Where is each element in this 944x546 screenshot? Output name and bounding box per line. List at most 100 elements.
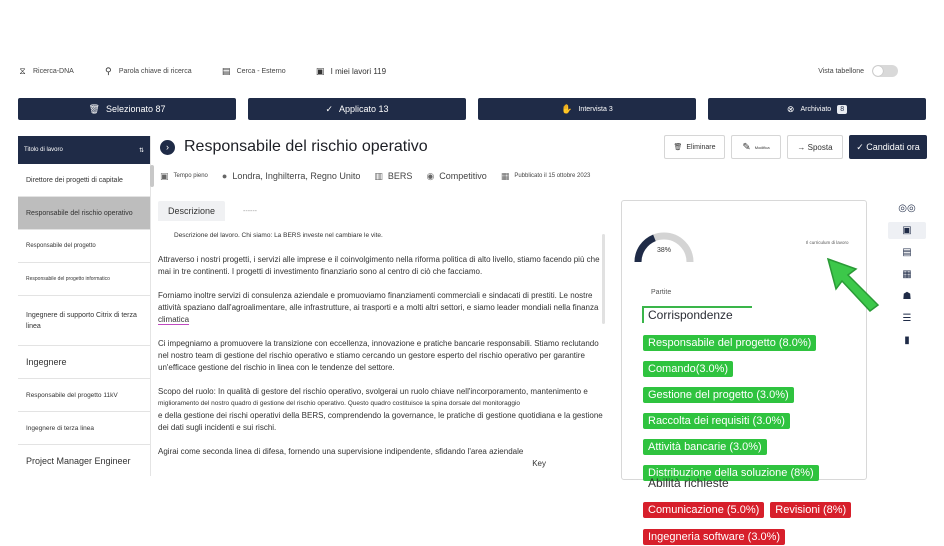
tab-description[interactable]: Descrizione bbox=[158, 201, 226, 221]
nav-keyword-search-label: Parola chiave di ricerca bbox=[118, 67, 192, 75]
nav-external-search-label: Cerca - Esterno bbox=[236, 67, 286, 75]
briefcase-icon: ▣ bbox=[160, 170, 169, 181]
job-list-item[interactable]: Responsabile del progetto bbox=[18, 230, 150, 263]
job-list-item-label: Direttore dei progetti di capitale bbox=[26, 176, 123, 184]
job-title-bar: › Responsabile del rischio operativo bbox=[160, 136, 640, 158]
skills-heading: Abilità richieste bbox=[648, 476, 729, 490]
job-list-scrollbar[interactable] bbox=[150, 165, 154, 187]
nav-dna-search[interactable]: ⧖ Ricerca-DNA bbox=[18, 65, 74, 76]
building-icon: ▤ bbox=[221, 65, 231, 76]
handshake-icon: ✋ bbox=[561, 103, 573, 114]
description-paragraph: miglioramento del nostro quadro di gesti… bbox=[158, 400, 521, 407]
chevron-right-icon[interactable]: › bbox=[160, 139, 175, 155]
job-list-item[interactable]: Responsabile del progetto informatico bbox=[18, 263, 150, 296]
nav-keyword-search[interactable]: ⚲ Parola chiave di ricerca bbox=[104, 65, 192, 76]
job-published-label: Pubblicato il 15 ottobre 2023 bbox=[514, 173, 591, 179]
nav-dna-search-label: Ricerca-DNA bbox=[33, 67, 74, 75]
top-navigation: ⧖ Ricerca-DNA ⚲ Parola chiave di ricerca… bbox=[18, 62, 926, 80]
sort-icon[interactable]: ⇅ bbox=[139, 147, 144, 154]
job-location-label: Londra, Inghilterra, Regno Unito bbox=[232, 171, 361, 181]
job-list-item[interactable]: Ingegnere di supporto Citrix di terza li… bbox=[18, 296, 150, 346]
skills-list-row2: Ingegneria software (3.0%) bbox=[643, 527, 786, 545]
job-list-item[interactable]: Responsabile del progetto 11kV bbox=[18, 379, 150, 412]
description-paragraph: Ci impegniamo a promuovere la transizion… bbox=[158, 339, 599, 372]
edit-button-label: Modifica bbox=[754, 144, 770, 150]
description-paragraph: Scopo del ruolo: In qualità di gestore d… bbox=[158, 387, 588, 396]
description-paragraph: Forniamo inoltre servizi di consulenza a… bbox=[158, 290, 606, 326]
job-list-item-label: Ingegnere di supporto Citrix di terza li… bbox=[26, 311, 137, 330]
description-highlight: climatica bbox=[158, 315, 190, 325]
job-published: ▦ Pubblicato il 15 ottobre 2023 bbox=[501, 171, 591, 182]
status-selected-button[interactable]: 🗑 Selezionato 87 bbox=[18, 98, 236, 120]
job-list-header[interactable]: Titolo di lavoro ⇅ bbox=[18, 136, 150, 164]
job-list-item-label: Responsabile del progetto informatico bbox=[26, 275, 110, 282]
status-bar: 🗑 Selezionato 87 ✓ Applicato 13 ✋ Interv… bbox=[18, 98, 926, 120]
pencil-icon: ✎ bbox=[742, 141, 751, 153]
job-list-item-label: Responsabile del progetto bbox=[26, 242, 96, 249]
job-list-item-label: Responsabile del progetto 11kV bbox=[26, 391, 118, 399]
contact-card-icon[interactable]: ▦ bbox=[888, 266, 926, 283]
job-list-item[interactable]: Direttore dei progetti di capitale bbox=[18, 164, 150, 197]
job-description: Descrizione del lavoro. Chi siamo: La BE… bbox=[158, 230, 606, 476]
glasses-icon[interactable]: ◎◎ bbox=[888, 200, 926, 217]
skills-list: Comunicazione (5.0%) Revisioni (8%) bbox=[643, 502, 852, 518]
apply-now-button[interactable]: ✓ Candidati ora bbox=[849, 135, 927, 159]
description-paragraph: Agirai come seconda linea di difesa, for… bbox=[158, 447, 524, 456]
cursor-arrow-icon bbox=[826, 257, 880, 313]
job-company: ▥ BERS bbox=[374, 171, 412, 182]
job-list-item[interactable]: Ingegnere di terza linea bbox=[18, 412, 150, 445]
toggle-switch[interactable] bbox=[872, 65, 898, 77]
job-list-panel: Titolo di lavoro ⇅ Direttore dei progett… bbox=[18, 136, 151, 476]
board-view-label: Vista tabellone bbox=[818, 67, 864, 75]
match-chip: Gestione del progetto (3.0%) bbox=[643, 387, 794, 403]
key-search-icon: ⚲ bbox=[105, 65, 112, 76]
status-interview-button[interactable]: ✋ Intervista 3 bbox=[478, 98, 696, 120]
move-button[interactable]: → Sposta bbox=[787, 135, 843, 159]
description-intro: Descrizione del lavoro. Chi siamo: La BE… bbox=[174, 232, 383, 239]
briefcase-icon: ▣ bbox=[315, 65, 325, 76]
delete-button-label: Eliminare bbox=[686, 143, 716, 151]
move-button-label: → Sposta bbox=[797, 142, 833, 152]
job-list-item[interactable]: Ingegnere bbox=[18, 346, 150, 379]
job-company-label: BERS bbox=[387, 171, 413, 181]
job-list-item-label: Project Manager Engineer bbox=[26, 455, 131, 466]
file-icon[interactable]: ▮ bbox=[888, 332, 926, 349]
status-applied-label: Applicato 13 bbox=[339, 104, 389, 114]
edit-button[interactable]: ✎ Modifica bbox=[731, 135, 781, 159]
board-view-toggle[interactable]: Vista tabellone bbox=[818, 65, 898, 77]
job-meta: ▣ Tempo pieno ● Londra, Inghilterra, Reg… bbox=[160, 168, 630, 184]
status-interview-label: Intervista 3 bbox=[578, 105, 613, 113]
check-circle-icon: ✓ bbox=[325, 103, 333, 114]
right-icon-rail: ◎◎ ▣ ▤ ▦ ☗ ☰ ▮ bbox=[888, 200, 926, 349]
description-scrollbar[interactable] bbox=[602, 234, 605, 324]
skill-chip: Revisioni (8%) bbox=[770, 502, 852, 518]
description-text: Forniamo inoltre servizi di consulenza a… bbox=[158, 291, 599, 312]
job-list-item-label: Responsabile del rischio operativo bbox=[26, 209, 133, 217]
status-applied-button[interactable]: ✓ Applicato 13 bbox=[248, 98, 466, 120]
nav-my-jobs[interactable]: ▣ I miei lavori 119 bbox=[315, 65, 386, 76]
job-type-label: Tempo pieno bbox=[173, 173, 208, 179]
description-paragraph: Key bbox=[532, 459, 546, 468]
dna-icon: ⧖ bbox=[19, 65, 26, 76]
skill-chip: Comunicazione (5.0%) bbox=[643, 502, 765, 518]
delete-button[interactable]: 🗑 Eliminare bbox=[664, 135, 725, 159]
job-location: ● Londra, Inghilterra, Regno Unito bbox=[222, 171, 361, 181]
job-salary: ◉ Competitivo bbox=[426, 171, 486, 182]
nav-external-search[interactable]: ▤ Cerca - Esterno bbox=[221, 65, 286, 76]
job-salary-label: Competitivo bbox=[439, 171, 487, 181]
job-list-item-label: Ingegnere di terza linea bbox=[26, 424, 94, 432]
match-chip: Responsabile del progetto (8.0%) bbox=[643, 335, 817, 351]
tab-other[interactable]: ------ bbox=[233, 203, 267, 220]
document-icon[interactable]: ▤ bbox=[888, 244, 926, 261]
list-icon[interactable]: ☰ bbox=[888, 310, 926, 327]
job-list-item-active[interactable]: Responsabile del rischio operativo bbox=[18, 197, 150, 230]
group-icon[interactable]: ☗ bbox=[888, 288, 926, 305]
coin-icon: ◉ bbox=[426, 170, 435, 181]
status-archived-button[interactable]: ⊗ Archiviato 8 bbox=[708, 98, 926, 120]
status-archived-label: Archiviato bbox=[800, 105, 832, 113]
status-selected-label: Selezionato 87 bbox=[105, 104, 166, 114]
job-list-item[interactable]: Project Manager Engineer bbox=[18, 445, 150, 476]
file-search-icon[interactable]: ▣ bbox=[888, 222, 926, 239]
skill-chip: Ingegneria software (3.0%) bbox=[643, 529, 786, 545]
parties-label: Partite bbox=[651, 289, 672, 296]
